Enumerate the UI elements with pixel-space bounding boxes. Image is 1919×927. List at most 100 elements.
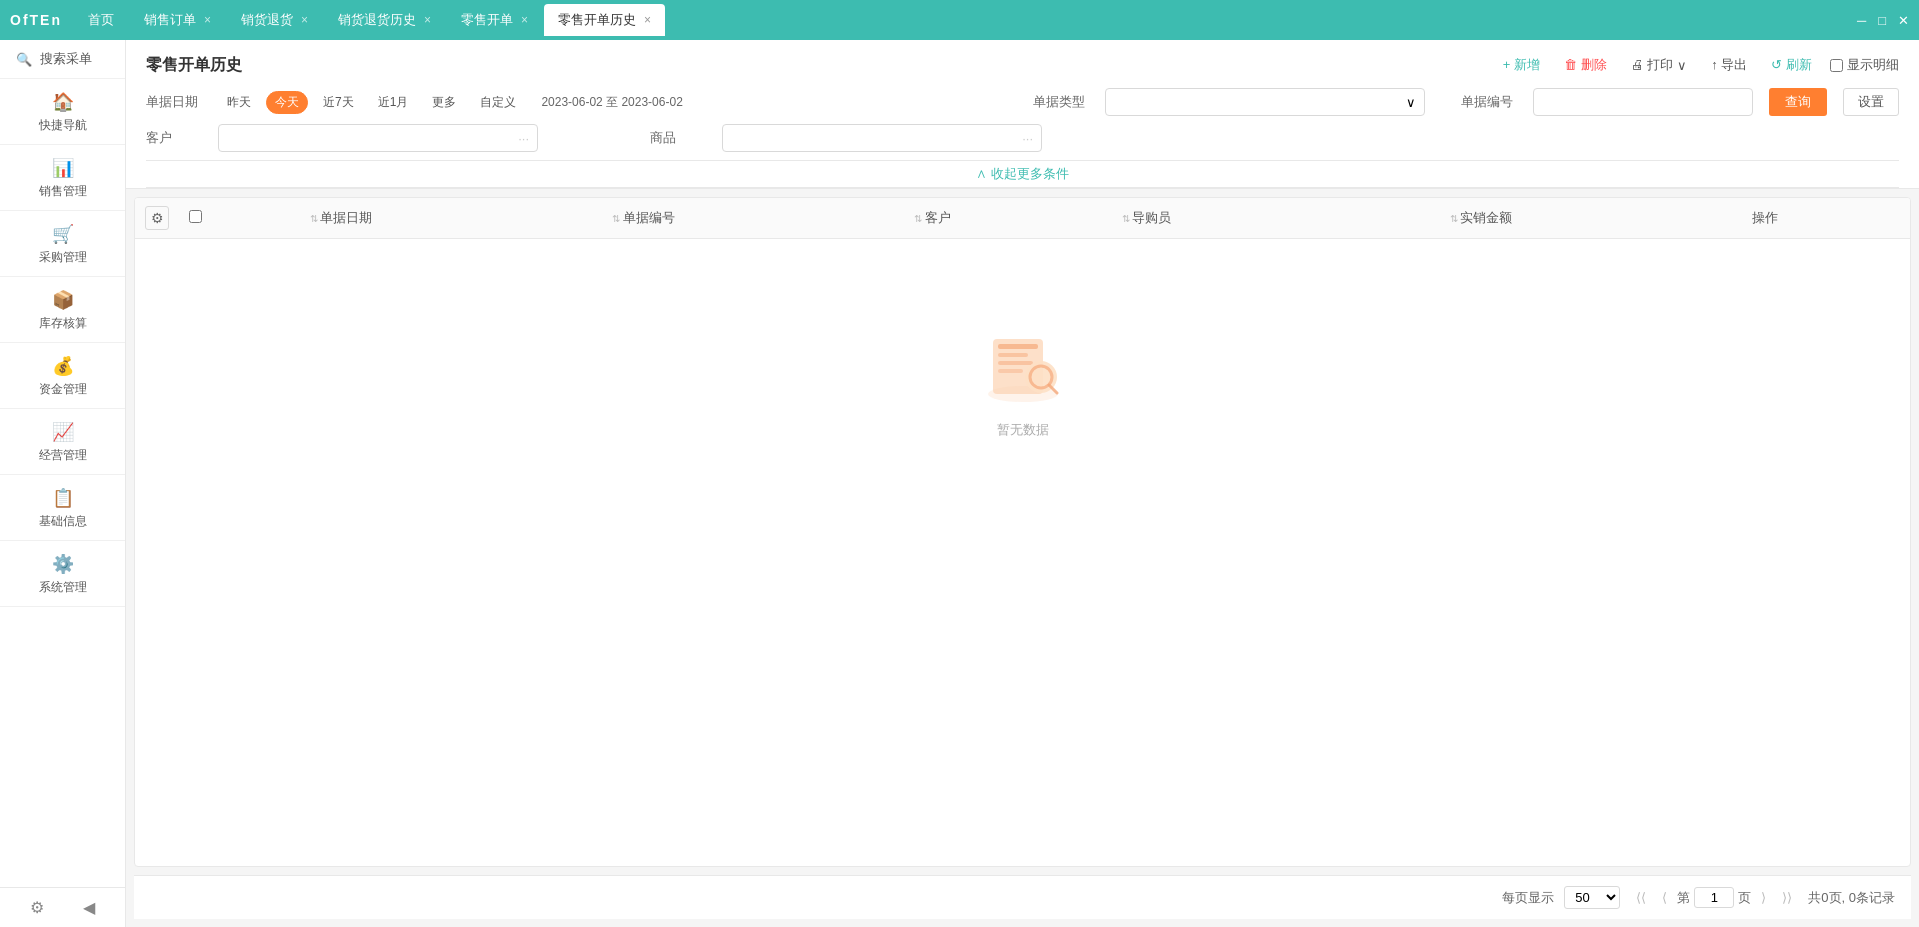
sidebar-icon-sales-mgmt: 📊: [52, 157, 74, 179]
print-label: 🖨 打印: [1631, 56, 1674, 74]
doc-no-label: 单据编号: [1461, 93, 1517, 111]
tab-home[interactable]: 首页: [74, 4, 128, 36]
tab-sales-return[interactable]: 销货退货×: [227, 4, 322, 36]
sort-icon-no: ⇅: [612, 213, 623, 224]
per-page-select[interactable]: 50 10 20 100: [1564, 886, 1620, 909]
collapse-button[interactable]: ∧ 收起更多条件: [146, 160, 1899, 187]
first-page-button[interactable]: ⟨⟨: [1630, 888, 1652, 907]
minimize-icon[interactable]: ─: [1857, 13, 1866, 28]
total-info: 共0页, 0条记录: [1808, 889, 1895, 907]
date-btn-1month[interactable]: 近1月: [369, 91, 418, 114]
doc-type-arrow: ∨: [1406, 95, 1416, 110]
tab-sales-order[interactable]: 销售订单×: [130, 4, 225, 36]
product-select[interactable]: ···: [722, 124, 1042, 152]
sidebar-label-operations: 经营管理: [39, 447, 87, 464]
sidebar-item-purchase-mgmt[interactable]: 🛒 采购管理: [0, 211, 125, 277]
settings-icon[interactable]: ⚙: [30, 898, 44, 917]
toolbar: + 新增 🗑 删除 🖨 打印 ∨ ↑ 导出 ↺ 刷新 显示明细: [1497, 52, 1899, 78]
tab-close-retail-open-history[interactable]: ×: [644, 13, 651, 27]
top-bar: OfTEn 首页销售订单×销货退货×销货退货历史×零售开单×零售开单历史× ─ …: [0, 0, 1919, 40]
filter-area: 单据日期 昨天今天近7天近1月更多自定义 2023-06-02 至 2023-0…: [146, 88, 1899, 188]
doc-type-select[interactable]: ∨: [1105, 88, 1425, 116]
svg-rect-3: [998, 353, 1028, 357]
customer-select[interactable]: ···: [218, 124, 538, 152]
next-page-button[interactable]: ⟩: [1755, 888, 1772, 907]
export-button[interactable]: ↑ 导出: [1705, 52, 1753, 78]
sidebar-item-basic-info[interactable]: 📋 基础信息: [0, 475, 125, 541]
tab-retail-open-history[interactable]: 零售开单历史 ×: [544, 4, 665, 36]
page-title-row: 零售开单历史 + 新增 🗑 删除 🖨 打印 ∨ ↑ 导出 ↺ 刷新 显示明细: [146, 52, 1899, 78]
empty-illustration: [973, 319, 1073, 409]
sidebar-item-operations[interactable]: 📈 经营管理: [0, 409, 125, 475]
date-btn-more[interactable]: 更多: [423, 91, 465, 114]
tab-sales-return-history[interactable]: 销货退货历史 ×: [324, 4, 445, 36]
sort-icon-amount: ⇅: [1450, 213, 1461, 224]
doc-no-input[interactable]: [1533, 88, 1753, 116]
show-detail-input[interactable]: [1830, 59, 1843, 72]
header-amount: ⇅ 实销金额: [1440, 198, 1742, 239]
table-header-row: ⚙ ⇅ 单据日期 ⇅ 单据编号: [135, 198, 1910, 239]
table-area: ⚙ ⇅ 单据日期 ⇅ 单据编号: [134, 197, 1911, 867]
collapse-icon[interactable]: ◀: [83, 898, 95, 917]
sidebar-icon-finance: 💰: [52, 355, 74, 377]
show-detail-checkbox[interactable]: 显示明细: [1830, 56, 1899, 74]
page-input[interactable]: 1: [1694, 887, 1734, 908]
close-icon[interactable]: ✕: [1898, 13, 1909, 28]
sidebar-icon-quick-nav: 🏠: [52, 91, 74, 113]
search-icon: 🔍: [16, 52, 32, 67]
query-button[interactable]: 查询: [1769, 88, 1827, 116]
date-btn-yesterday[interactable]: 昨天: [218, 91, 260, 114]
sidebar-label-purchase-mgmt: 采购管理: [39, 249, 87, 266]
tab-close-sales-return[interactable]: ×: [301, 13, 308, 27]
sidebar-search-label: 搜索采单: [40, 50, 92, 68]
select-all-checkbox[interactable]: [189, 210, 202, 223]
tab-close-sales-order[interactable]: ×: [204, 13, 211, 27]
tab-label-home: 首页: [88, 11, 114, 29]
window-actions: ─ □ ✕: [1857, 13, 1909, 28]
sidebar-label-quick-nav: 快捷导航: [39, 117, 87, 134]
date-btn-7days[interactable]: 近7天: [314, 91, 363, 114]
date-btn-custom[interactable]: 自定义: [471, 91, 525, 114]
date-buttons: 昨天今天近7天近1月更多自定义: [218, 91, 525, 114]
header-date: ⇅ 单据日期: [300, 198, 602, 239]
tab-close-retail-open[interactable]: ×: [521, 13, 528, 27]
tab-retail-open[interactable]: 零售开单×: [447, 4, 542, 36]
sort-icon-customer: ⇅: [914, 213, 925, 224]
page-label-pre: 第: [1677, 889, 1690, 907]
sidebar-icon-inventory: 📦: [52, 289, 74, 311]
tab-label-retail-open-history: 零售开单历史: [558, 11, 636, 29]
sidebar-item-quick-nav[interactable]: 🏠 快捷导航: [0, 79, 125, 145]
add-button[interactable]: + 新增: [1497, 52, 1546, 78]
show-detail-label: 显示明细: [1847, 56, 1899, 74]
sidebar-item-sales-mgmt[interactable]: 📊 销售管理: [0, 145, 125, 211]
empty-state: 暂无数据: [135, 239, 1910, 519]
refresh-button[interactable]: ↺ 刷新: [1765, 52, 1818, 78]
delete-button[interactable]: 🗑 删除: [1558, 52, 1613, 78]
date-range: 2023-06-02 至 2023-06-02: [541, 94, 682, 111]
sidebar-label-sales-mgmt: 销售管理: [39, 183, 87, 200]
sidebar-label-finance: 资金管理: [39, 381, 87, 398]
tab-close-sales-return-history[interactable]: ×: [424, 13, 431, 27]
sidebar-search[interactable]: 🔍 搜索采单: [0, 40, 125, 79]
date-label: 单据日期: [146, 93, 202, 111]
sidebar-item-inventory[interactable]: 📦 库存核算: [0, 277, 125, 343]
table-settings-icon[interactable]: ⚙: [145, 206, 169, 230]
filter-row-2: 客户 ··· 商品 ···: [146, 124, 1899, 152]
page-nav: ⟨⟨ ⟨ 第 1 页 ⟩ ⟩⟩: [1630, 887, 1798, 908]
sidebar-icon-basic-info: 📋: [52, 487, 74, 509]
tab-label-sales-return-history: 销货退货历史: [338, 11, 416, 29]
data-table: ⚙ ⇅ 单据日期 ⇅ 单据编号: [135, 198, 1910, 239]
empty-text: 暂无数据: [997, 421, 1049, 439]
date-btn-today[interactable]: 今天: [266, 91, 308, 114]
svg-rect-2: [998, 344, 1038, 349]
print-button[interactable]: 🖨 打印 ∨: [1625, 52, 1694, 78]
prev-page-button[interactable]: ⟨: [1656, 888, 1673, 907]
sidebar-item-finance[interactable]: 💰 资金管理: [0, 343, 125, 409]
header-checkbox: [179, 198, 300, 239]
last-page-button[interactable]: ⟩⟩: [1776, 888, 1798, 907]
settings-query-button[interactable]: 设置: [1843, 88, 1899, 116]
maximize-icon[interactable]: □: [1878, 13, 1886, 28]
doc-type-label: 单据类型: [1033, 93, 1089, 111]
page-title: 零售开单历史: [146, 55, 242, 76]
sidebar-item-system[interactable]: ⚙️ 系统管理: [0, 541, 125, 607]
